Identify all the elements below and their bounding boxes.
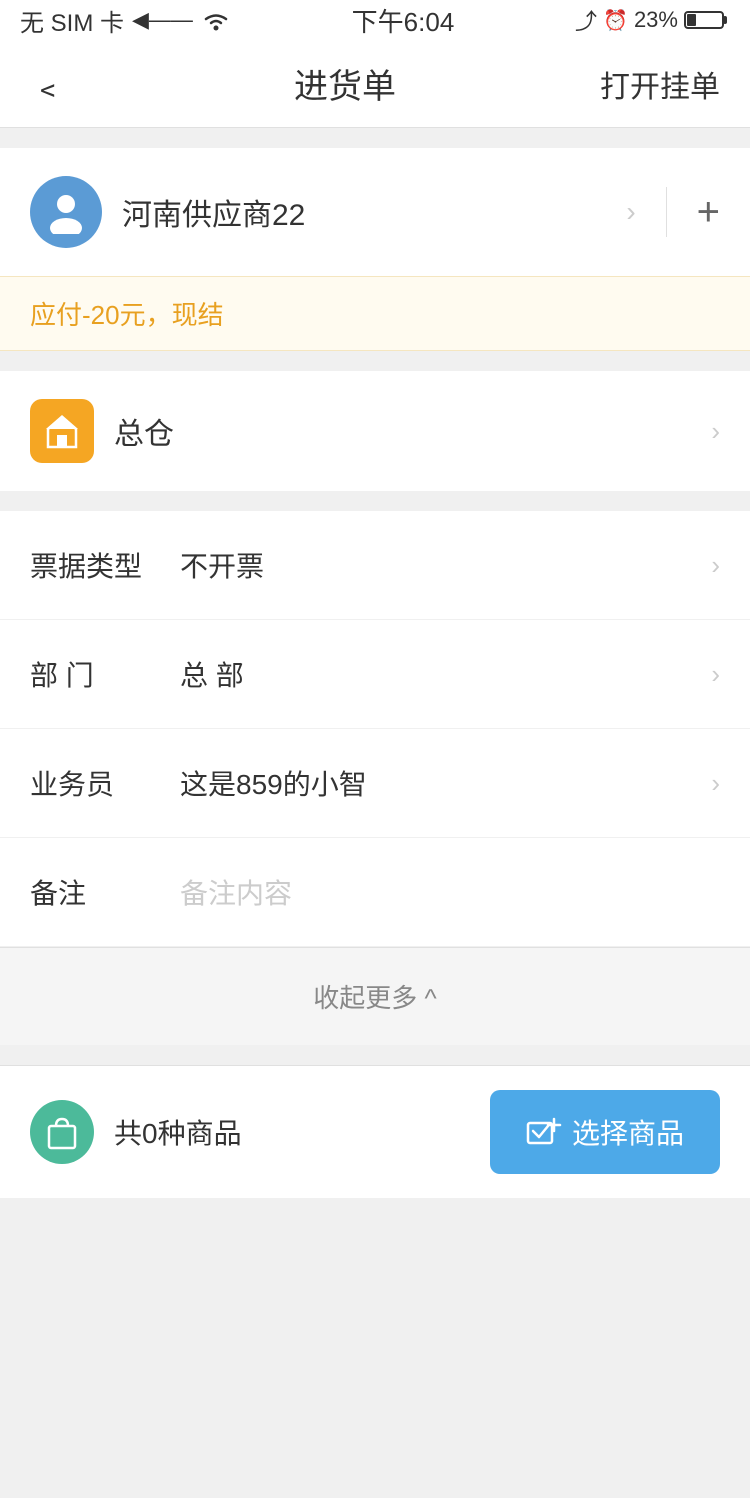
ticket-type-value: 不开票 [150, 545, 711, 585]
warehouse-section: 总仓 › [0, 371, 750, 491]
vertical-divider [666, 187, 667, 237]
salesperson-value: 这是859的小智 [150, 763, 711, 803]
department-value: 总 部 [150, 654, 711, 694]
select-product-icon [526, 1117, 562, 1147]
shopping-bag-icon [44, 1114, 80, 1150]
page-title: 进货单 [294, 59, 396, 108]
wifi-icon: ◀—— [132, 7, 193, 33]
location-icon: ⤴ [575, 4, 597, 36]
department-arrow-icon: › [711, 659, 720, 690]
status-bar: 无 SIM 卡 ◀—— 下午6:04 ⤴ ⏰ 23% [0, 0, 750, 40]
form-section: 票据类型 不开票 › 部 门 总 部 › 业务员 这是859的小智 › 备注 备… [0, 511, 750, 1045]
battery-percent: 23% [634, 7, 678, 33]
product-bar: 共0种商品 选择商品 [0, 1065, 750, 1198]
supplier-section: 河南供应商22 › + 应付-20元，现结 [0, 148, 750, 351]
remark-row[interactable]: 备注 备注内容 [0, 837, 750, 947]
add-supplier-button[interactable]: + [697, 190, 720, 235]
department-row[interactable]: 部 门 总 部 › [0, 619, 750, 728]
home-icon [44, 413, 80, 449]
time-label: 下午6:04 [352, 2, 455, 39]
battery-icon [684, 9, 730, 31]
remark-placeholder[interactable]: 备注内容 [150, 872, 720, 912]
status-right: ⤴ ⏰ 23% [575, 4, 730, 36]
ticket-type-row[interactable]: 票据类型 不开票 › [0, 511, 750, 619]
section-gap-4 [0, 1045, 750, 1065]
open-pending-button[interactable]: 打开挂单 [600, 62, 720, 106]
bottom-section: 共0种商品 选择商品 [0, 1065, 750, 1198]
person-icon [44, 190, 88, 234]
remark-label: 备注 [30, 872, 150, 912]
page-background [0, 1198, 750, 1498]
salesperson-row[interactable]: 业务员 这是859的小智 › [0, 728, 750, 837]
warehouse-arrow-icon: › [711, 416, 720, 447]
select-product-button[interactable]: 选择商品 [490, 1090, 720, 1174]
select-product-label: 选择商品 [572, 1112, 684, 1152]
ticket-type-arrow-icon: › [711, 550, 720, 581]
notice-banner: 应付-20元，现结 [0, 276, 750, 351]
supplier-arrow-icon: › [626, 196, 635, 228]
back-button[interactable]: ﹤ [30, 58, 90, 110]
department-label: 部 门 [30, 654, 150, 694]
supplier-name: 河南供应商22 [122, 190, 626, 234]
status-left: 无 SIM 卡 ◀—— [20, 3, 231, 38]
warehouse-row[interactable]: 总仓 › [0, 371, 750, 491]
warehouse-name: 总仓 [114, 409, 711, 453]
alarm-icon: ⏰ [603, 8, 628, 33]
warehouse-icon [30, 399, 94, 463]
notice-text: 应付-20元，现结 [30, 300, 224, 330]
nav-bar: ﹤ 进货单 打开挂单 [0, 40, 750, 128]
section-gap-3 [0, 491, 750, 511]
product-icon-wrap [30, 1100, 94, 1164]
section-gap-2 [0, 351, 750, 371]
ticket-type-label: 票据类型 [30, 545, 150, 585]
section-gap-1 [0, 128, 750, 148]
supplier-row[interactable]: 河南供应商22 › + [0, 148, 750, 276]
carrier-label: 无 SIM 卡 [20, 3, 124, 38]
collapse-label: 收起更多 ^ [313, 978, 436, 1015]
product-count-label: 共0种商品 [114, 1112, 490, 1152]
wifi-signal-icon [201, 9, 231, 31]
salesperson-arrow-icon: › [711, 768, 720, 799]
supplier-avatar [30, 176, 102, 248]
salesperson-label: 业务员 [30, 763, 150, 803]
collapse-row[interactable]: 收起更多 ^ [0, 947, 750, 1045]
